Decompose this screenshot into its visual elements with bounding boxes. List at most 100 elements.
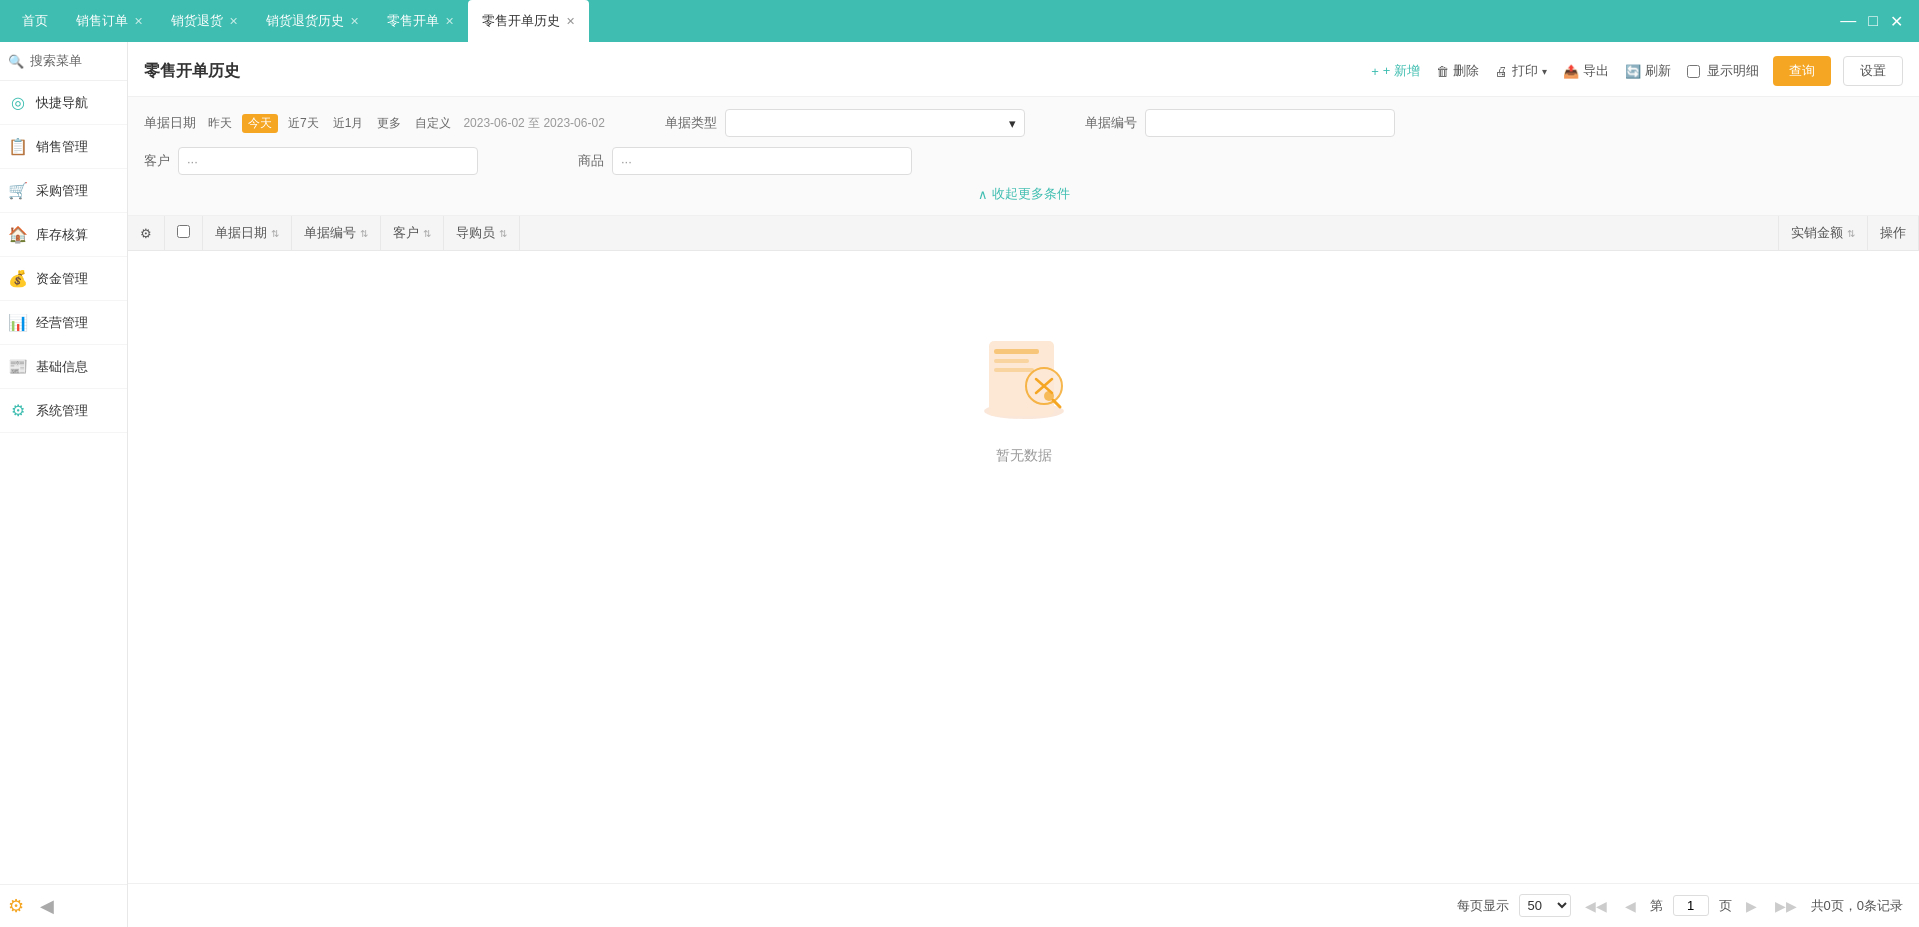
empty-state: 暂无数据: [128, 251, 1919, 525]
sidebar-item-finance[interactable]: 💰 资金管理: [0, 257, 127, 301]
sidebar-item-sales-mgmt[interactable]: 📋 销售管理: [0, 125, 127, 169]
col-spacer: [520, 216, 1779, 251]
last-page-btn[interactable]: ▶▶: [1771, 896, 1801, 916]
sidebar-collapse-btn[interactable]: ◀: [40, 895, 54, 917]
finance-icon: 💰: [8, 269, 28, 288]
col-order-no-sort[interactable]: 单据编号 ⇅: [304, 224, 368, 242]
sidebar-item-purchase-mgmt[interactable]: 🛒 采购管理: [0, 169, 127, 213]
filter-order-no: 单据编号: [1085, 109, 1395, 137]
tab-sales-order-close[interactable]: ✕: [134, 15, 143, 28]
delete-button[interactable]: 🗑 删除: [1434, 58, 1481, 84]
prev-page-btn[interactable]: ◀: [1621, 896, 1640, 916]
collapse-more-btn[interactable]: ∧ 收起更多条件: [144, 185, 1903, 203]
customer-input[interactable]: ···: [178, 147, 478, 175]
operation-icon: 📊: [8, 313, 28, 332]
col-amount-sort[interactable]: 实销金额 ⇅: [1791, 224, 1855, 242]
display-detail-button[interactable]: 显示明细: [1685, 58, 1761, 84]
query-button[interactable]: 查询: [1773, 56, 1831, 86]
settings-button[interactable]: 设置: [1843, 56, 1903, 86]
sidebar-item-inventory[interactable]: 🏠 库存核算: [0, 213, 127, 257]
next-page-btn[interactable]: ▶: [1742, 896, 1761, 916]
tab-home[interactable]: 首页: [8, 0, 62, 42]
window-controls: — □ ✕: [1840, 12, 1911, 31]
page-label-end: 页: [1719, 897, 1732, 915]
sidebar-item-basic-info[interactable]: 📰 基础信息: [0, 345, 127, 389]
toolbar: + + 新增 🗑 删除 🖨 打印 ▾ 📤 导出 🔄: [1369, 56, 1903, 86]
export-button[interactable]: 📤 导出: [1561, 58, 1611, 84]
table-container[interactable]: ⚙ 单据日期 ⇅: [128, 216, 1919, 883]
tab-retail-open-close[interactable]: ✕: [445, 15, 454, 28]
date-btn-custom[interactable]: 自定义: [411, 114, 455, 133]
date-btn-today[interactable]: 今天: [242, 114, 278, 133]
minimize-btn[interactable]: —: [1840, 12, 1856, 31]
filter-order-type: 单据类型 ▾: [665, 109, 1025, 137]
col-customer-sort[interactable]: 客户 ⇅: [393, 224, 431, 242]
order-type-select[interactable]: ▾: [725, 109, 1025, 137]
col-salesperson-sort-icon: ⇅: [499, 228, 507, 239]
tab-retail-open-history-close[interactable]: ✕: [566, 15, 575, 28]
product-input[interactable]: ···: [612, 147, 912, 175]
date-btn-more[interactable]: 更多: [373, 114, 405, 133]
sidebar-search[interactable]: 🔍 搜索菜单: [0, 42, 127, 81]
content-body: ⚙ 单据日期 ⇅: [128, 216, 1919, 927]
date-btn-7days[interactable]: 近7天: [284, 114, 323, 133]
sidebar-item-operation[interactable]: 📊 经营管理: [0, 301, 127, 345]
tab-sales-return-close[interactable]: ✕: [229, 15, 238, 28]
export-icon: 📤: [1563, 64, 1579, 79]
basic-info-icon: 📰: [8, 357, 28, 376]
date-range-display: 2023-06-02 至 2023-06-02: [463, 115, 604, 132]
close-btn[interactable]: ✕: [1890, 12, 1903, 31]
date-shortcuts: 昨天 今天 近7天 近1月 更多 自定义: [204, 114, 455, 133]
tab-sales-order[interactable]: 销售订单 ✕: [62, 0, 157, 42]
page-title: 零售开单历史: [144, 61, 240, 82]
col-order-no: 单据编号 ⇅: [292, 216, 381, 251]
first-page-btn[interactable]: ◀◀: [1581, 896, 1611, 916]
delete-icon: 🗑: [1436, 64, 1449, 79]
col-amount: 实销金额 ⇅: [1779, 216, 1868, 251]
pagination-bar: 每页显示 50 10 20 100 ◀◀ ◀ 第 页 ▶ ▶▶ 共0页，0条记录: [128, 883, 1919, 927]
svg-rect-4: [994, 368, 1034, 372]
data-table: ⚙ 单据日期 ⇅: [128, 216, 1919, 251]
print-dropdown-icon: ▾: [1542, 66, 1547, 77]
select-all-checkbox[interactable]: [177, 225, 190, 238]
col-date-sort-icon: ⇅: [271, 228, 279, 239]
display-detail-checkbox[interactable]: [1687, 65, 1700, 78]
col-salesperson-sort[interactable]: 导购员 ⇅: [456, 224, 507, 242]
page-header: 零售开单历史 + + 新增 🗑 删除 🖨 打印 ▾ 📤 导出: [128, 42, 1919, 97]
table-header: ⚙ 单据日期 ⇅: [128, 216, 1919, 251]
per-page-select[interactable]: 50 10 20 100: [1519, 894, 1571, 917]
filter-row-1: 单据日期 昨天 今天 近7天 近1月 更多 自定义 2023-06-02 至 2…: [144, 109, 1903, 137]
date-btn-1month[interactable]: 近1月: [329, 114, 368, 133]
date-btn-yesterday[interactable]: 昨天: [204, 114, 236, 133]
col-date-sort[interactable]: 单据日期 ⇅: [215, 224, 279, 242]
sales-icon: 📋: [8, 137, 28, 156]
refresh-button[interactable]: 🔄 刷新: [1623, 58, 1673, 84]
col-customer-sort-icon: ⇅: [423, 228, 431, 239]
tab-sales-return-history[interactable]: 销货退货历史 ✕: [252, 0, 373, 42]
table-settings-icon[interactable]: ⚙: [140, 226, 152, 241]
maximize-btn[interactable]: □: [1868, 12, 1878, 31]
tab-sales-return-history-close[interactable]: ✕: [350, 15, 359, 28]
tab-retail-open[interactable]: 零售开单 ✕: [373, 0, 468, 42]
tab-sales-return[interactable]: 销货退货 ✕: [157, 0, 252, 42]
page-input[interactable]: [1673, 895, 1709, 916]
filter-row-2: 客户 ··· 商品 ···: [144, 147, 1903, 175]
sidebar-item-quick-nav[interactable]: ◎ 快捷导航: [0, 81, 127, 125]
svg-rect-3: [994, 359, 1029, 363]
order-no-input[interactable]: [1145, 109, 1395, 137]
col-settings[interactable]: ⚙: [128, 216, 165, 251]
order-type-dropdown-icon: ▾: [1009, 116, 1016, 131]
sidebar-item-system-mgmt[interactable]: ⚙ 系统管理: [0, 389, 127, 433]
col-salesperson: 导购员 ⇅: [444, 216, 520, 251]
col-customer: 客户 ⇅: [381, 216, 444, 251]
quick-nav-icon: ◎: [8, 93, 28, 112]
print-button[interactable]: 🖨 打印 ▾: [1493, 58, 1549, 84]
tab-retail-open-history[interactable]: 零售开单历史 ✕: [468, 0, 589, 42]
col-checkbox: [165, 216, 203, 251]
sidebar: 🔍 搜索菜单 ◎ 快捷导航 📋 销售管理 🛒 采购管理 🏠 库存核算 💰 资金管…: [0, 42, 128, 927]
svg-rect-2: [994, 349, 1039, 354]
empty-icon: [964, 311, 1084, 431]
add-button[interactable]: + + 新增: [1369, 58, 1422, 84]
search-icon: 🔍: [8, 54, 24, 69]
sidebar-settings-btn[interactable]: ⚙: [8, 895, 24, 917]
